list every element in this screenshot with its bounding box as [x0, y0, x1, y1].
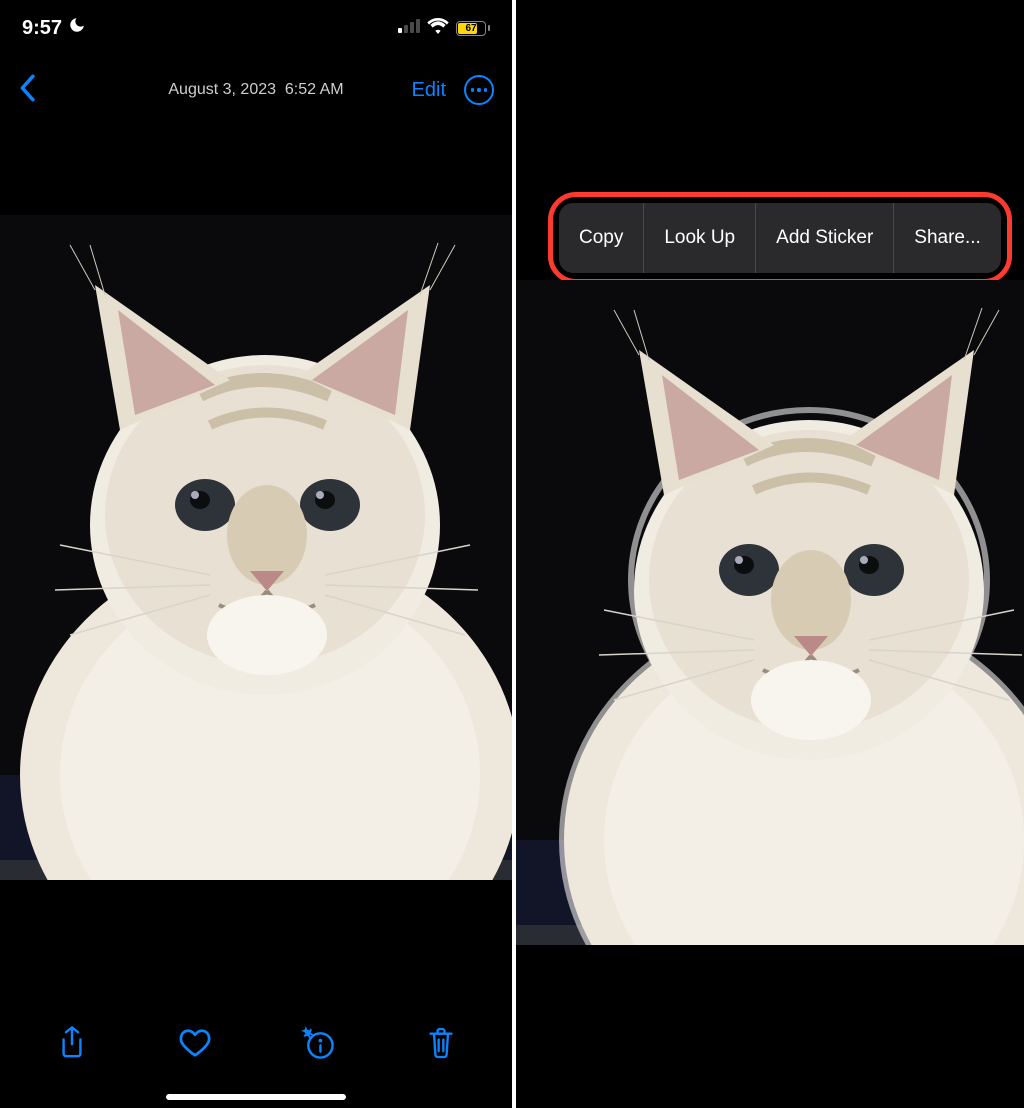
back-button[interactable]	[18, 74, 36, 107]
left-screenshot: 9:57	[0, 0, 512, 1108]
menu-copy[interactable]: Copy	[559, 203, 643, 273]
cat-photo	[0, 215, 512, 880]
share-button[interactable]	[42, 1013, 102, 1073]
photo-viewer[interactable]	[0, 215, 512, 880]
cellular-icon	[398, 19, 420, 38]
delete-button[interactable]	[411, 1013, 471, 1073]
menu-lookup[interactable]: Look Up	[644, 203, 755, 273]
home-indicator[interactable]	[166, 1094, 346, 1100]
battery-icon: 67	[456, 21, 490, 36]
wifi-icon	[427, 18, 449, 39]
photo-viewer[interactable]	[516, 280, 1024, 945]
more-button[interactable]	[464, 75, 494, 105]
right-screenshot: Copy Look Up Add Sticker Share...	[512, 0, 1024, 1108]
status-time: 9:57	[22, 17, 62, 40]
bottom-toolbar	[0, 998, 512, 1088]
menu-add-sticker[interactable]: Add Sticker	[756, 203, 893, 273]
battery-percent: 67	[465, 23, 476, 34]
favorite-button[interactable]	[165, 1013, 225, 1073]
subject-context-menu: Copy Look Up Add Sticker Share...	[559, 203, 1001, 273]
nav-bar: August 3, 2023 6:52 AM Edit	[0, 62, 512, 118]
dnd-moon-icon	[68, 16, 86, 40]
edit-button[interactable]: Edit	[412, 79, 446, 102]
menu-share[interactable]: Share...	[894, 203, 1001, 273]
status-bar: 9:57	[0, 0, 512, 56]
info-button[interactable]	[288, 1013, 348, 1073]
annotation-highlight: Copy Look Up Add Sticker Share...	[548, 192, 1012, 284]
cat-photo-lifted	[516, 280, 1024, 945]
